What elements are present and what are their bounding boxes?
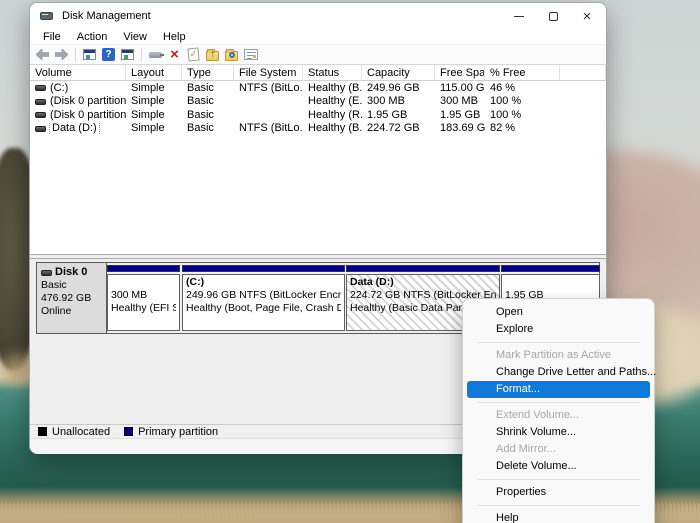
maximize-icon [548, 11, 558, 21]
menu-item-mark-partition-active: Mark Partition as Active [496, 349, 611, 361]
forward-arrow-icon[interactable] [54, 47, 69, 62]
titlebar[interactable]: Disk Management × [30, 3, 606, 29]
partition-color-bar [346, 265, 500, 272]
folder-open-up-icon[interactable]: ↑ [205, 47, 220, 62]
back-arrow-icon[interactable] [35, 47, 50, 62]
properties-sheet-icon[interactable] [243, 47, 258, 62]
volume-name: (Disk 0 partition 1) [50, 95, 126, 107]
table-row-partition1[interactable]: (Disk 0 partition 1) Simple Basic Health… [30, 95, 606, 108]
folder-explore-icon[interactable] [224, 47, 239, 62]
minimize-button[interactable] [502, 3, 536, 29]
probe-tool-icon[interactable] [148, 47, 164, 62]
primary-partition-swatch [124, 427, 134, 436]
disk-name: Disk 0 [55, 266, 88, 278]
disk-type: Basic [41, 279, 67, 291]
toolbar-separator [141, 47, 142, 62]
menu-item-explore[interactable]: Explore [467, 321, 650, 338]
menu-item-format[interactable]: Format... [467, 381, 650, 398]
help-icon[interactable]: ? [101, 47, 116, 62]
close-icon: × [582, 7, 592, 25]
header-volume[interactable]: Volume [30, 65, 126, 81]
disk-management-app-icon [40, 11, 54, 22]
menu-item-help[interactable]: Help [467, 510, 650, 523]
partition-c[interactable]: (C:) 249.96 GB NTFS (BitLocker Encrypted… [182, 265, 345, 331]
disk0-info-panel[interactable]: Disk 0 Basic 476.92 GB Online [37, 263, 107, 333]
check-page-icon[interactable]: ✓ [186, 47, 201, 62]
partition-color-bar [107, 265, 180, 272]
volume-table-header: Volume Layout Type File System Status Ca… [30, 65, 606, 81]
partition-color-bar [182, 265, 345, 272]
volume-icon [35, 112, 46, 118]
legend-primary-partition: Primary partition [124, 426, 218, 438]
menu-separator [477, 402, 640, 403]
disk-size: 476.92 GB [41, 292, 92, 304]
table-row-c[interactable]: (C:) Simple Basic NTFS (BitLo... Healthy… [30, 82, 606, 95]
disk-status: Online [41, 305, 72, 317]
menu-item-properties[interactable]: Properties [467, 484, 650, 501]
menu-separator [477, 342, 640, 343]
toolbar: ? × ✓ ↑ [30, 44, 606, 64]
table-row-data-d[interactable]: Data (D:) Simple Basic NTFS (BitLo... He… [30, 122, 606, 135]
header-layout[interactable]: Layout [126, 65, 182, 81]
partition-color-bar [501, 265, 600, 272]
header-file-system[interactable]: File System [234, 65, 303, 81]
menu-bar: File Action View Help [30, 29, 606, 44]
export-list-window-icon[interactable] [120, 47, 135, 62]
disk-icon [41, 269, 52, 276]
volume-name: (Disk 0 partition 5) [50, 108, 126, 121]
toolbar-separator [75, 47, 76, 62]
menu-action[interactable]: Action [69, 30, 116, 44]
volume-name: (C:) [50, 81, 69, 94]
menu-item-add-mirror: Add Mirror... [496, 443, 556, 455]
window-title: Disk Management [62, 10, 151, 22]
header-percent-free[interactable]: % Free [485, 65, 560, 81]
console-window-icon[interactable] [82, 47, 97, 62]
menu-item-delete-volume[interactable]: Delete Volume... [467, 458, 650, 475]
menu-item-change-drive-letter[interactable]: Change Drive Letter and Paths... [467, 364, 656, 381]
volume-icon [35, 125, 46, 132]
menu-view[interactable]: View [115, 30, 155, 44]
menu-item-shrink-volume[interactable]: Shrink Volume... [467, 424, 650, 441]
legend-unallocated: Unallocated [38, 426, 110, 438]
header-filler [560, 65, 606, 81]
partition-efi[interactable]: 300 MB Healthy (EFI Sy: [107, 265, 180, 331]
menu-help[interactable]: Help [155, 30, 194, 44]
desktop-wallpaper: Disk Management × File Action View Help … [0, 0, 700, 523]
volume-icon [35, 85, 46, 91]
header-status[interactable]: Status [303, 65, 362, 81]
header-type[interactable]: Type [182, 65, 234, 81]
menu-file[interactable]: File [35, 30, 69, 44]
header-free-space[interactable]: Free Spa... [435, 65, 485, 81]
delete-x-icon[interactable]: × [167, 47, 182, 62]
volume-name: Data (D:) [49, 122, 100, 135]
menu-separator [477, 505, 640, 506]
menu-item-extend-volume: Extend Volume... [496, 409, 580, 421]
header-capacity[interactable]: Capacity [362, 65, 435, 81]
volume-list-pane: Volume Layout Type File System Status Ca… [30, 64, 606, 254]
maximize-button[interactable] [536, 3, 570, 29]
unallocated-swatch [38, 427, 47, 436]
close-button[interactable]: × [570, 3, 604, 29]
volume-icon [35, 98, 46, 105]
context-menu: Open Explore Mark Partition as Active Ch… [462, 298, 656, 523]
minimize-icon [514, 15, 524, 17]
menu-separator [477, 479, 640, 480]
menu-item-open[interactable]: Open [467, 304, 650, 321]
table-row-partition5[interactable]: (Disk 0 partition 5) Simple Basic Health… [30, 109, 606, 122]
